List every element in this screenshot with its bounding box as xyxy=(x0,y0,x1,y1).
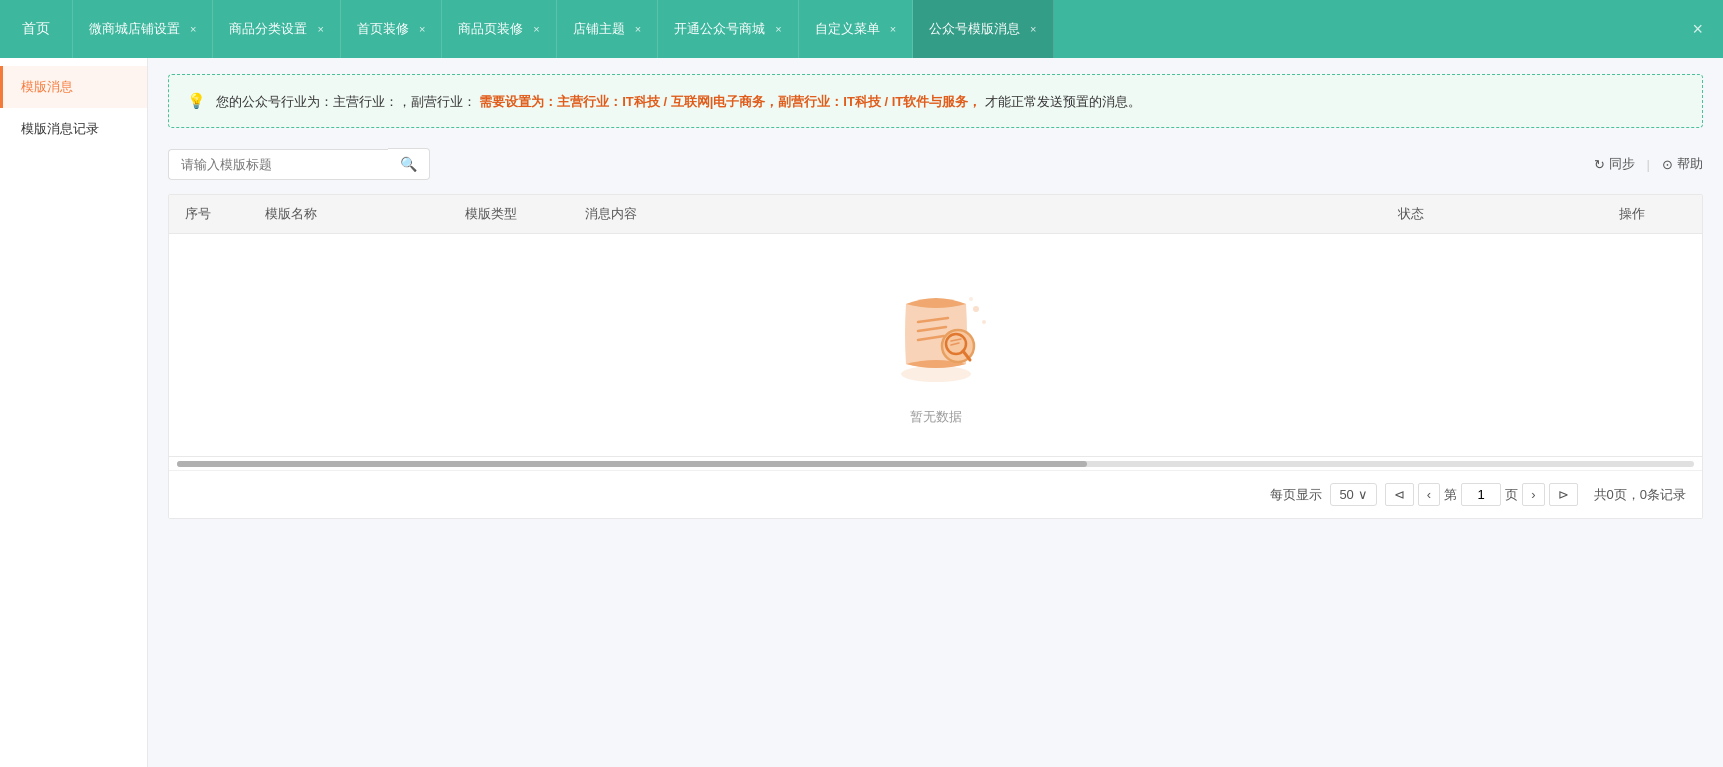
page-label-prefix: 第 xyxy=(1444,486,1457,504)
topbar-tab-4[interactable]: 商品页装修× xyxy=(442,0,556,58)
tab-close-icon-3[interactable]: × xyxy=(419,23,425,35)
page-label-suffix: 页 xyxy=(1505,486,1518,504)
alert-suffix: 才能正常发送预置的消息。 xyxy=(985,94,1141,109)
th-name: 模版名称 xyxy=(249,205,449,223)
alert-highlight: 需要设置为：主营行业：IT科技 / 互联网|电子商务，副营行业：IT科技 / I… xyxy=(479,94,981,109)
search-input[interactable] xyxy=(168,149,388,180)
sidebar: 模版消息模版消息记录 xyxy=(0,58,148,767)
topbar-tab-3[interactable]: 首页装修× xyxy=(341,0,442,58)
page-size-value: 50 xyxy=(1339,487,1353,502)
next-page-button[interactable]: › xyxy=(1522,483,1544,506)
topbar-tab-5[interactable]: 店铺主题× xyxy=(557,0,658,58)
pagination: 每页显示 50 ∨ ⊲ ‹ 第 页 › ⊳ 共0页，0条记录 xyxy=(169,470,1702,518)
topbar-tab-1[interactable]: 微商城店铺设置× xyxy=(73,0,213,58)
tab-close-icon-5[interactable]: × xyxy=(635,23,641,35)
topbar-tab-8[interactable]: 公众号模版消息× xyxy=(913,0,1053,58)
tab-close-icon-2[interactable]: × xyxy=(317,23,323,35)
page-size-label: 每页显示 xyxy=(1270,486,1322,504)
topbar-tab-0[interactable]: 首页 xyxy=(0,0,73,58)
tab-close-icon-6[interactable]: × xyxy=(775,23,781,35)
page-size-select[interactable]: 50 ∨ xyxy=(1330,483,1376,506)
prev-page-button[interactable]: ‹ xyxy=(1418,483,1440,506)
main-layout: 模版消息模版消息记录 💡 您的公众号行业为：主营行业：，副营行业： 需要设置为：… xyxy=(0,58,1723,767)
svg-point-11 xyxy=(969,297,973,301)
scrollbar-thumb xyxy=(177,461,1087,467)
th-status: 状态 xyxy=(1382,205,1562,223)
th-action: 操作 xyxy=(1562,205,1702,223)
main-content: 💡 您的公众号行业为：主营行业：，副营行业： 需要设置为：主营行业：IT科技 /… xyxy=(148,58,1723,767)
scrollbar-track xyxy=(177,461,1694,467)
empty-illustration xyxy=(876,274,996,394)
topbar: 首页微商城店铺设置×商品分类设置×首页装修×商品页装修×店铺主题×开通公众号商城… xyxy=(0,0,1723,58)
total-text: 共0页，0条记录 xyxy=(1594,486,1686,504)
svg-point-9 xyxy=(973,306,979,312)
empty-text: 暂无数据 xyxy=(910,408,962,426)
horizontal-scrollbar[interactable] xyxy=(169,456,1702,470)
topbar-tab-2[interactable]: 商品分类设置× xyxy=(213,0,340,58)
first-page-button[interactable]: ⊲ xyxy=(1385,483,1414,506)
search-left: 🔍 xyxy=(168,148,430,180)
th-seq: 序号 xyxy=(169,205,249,223)
tab-close-icon-8[interactable]: × xyxy=(1030,23,1036,35)
sidebar-item-1[interactable]: 模版消息记录 xyxy=(0,108,147,150)
help-icon: ⊙ xyxy=(1662,157,1673,172)
search-right: ↻ 同步 | ⊙ 帮助 xyxy=(1594,155,1703,173)
close-all-button[interactable]: × xyxy=(1672,19,1723,40)
topbar-tab-6[interactable]: 开通公众号商城× xyxy=(658,0,798,58)
lightbulb-icon: 💡 xyxy=(187,92,206,109)
th-content: 消息内容 xyxy=(569,205,1382,223)
last-page-button[interactable]: ⊳ xyxy=(1549,483,1578,506)
alert-prefix: 您的公众号行业为：主营行业：，副营行业： xyxy=(216,94,476,109)
th-type: 模版类型 xyxy=(449,205,569,223)
dropdown-icon: ∨ xyxy=(1358,487,1368,502)
topbar-tab-7[interactable]: 自定义菜单× xyxy=(799,0,913,58)
empty-state: 暂无数据 xyxy=(169,234,1702,456)
search-bar: 🔍 ↻ 同步 | ⊙ 帮助 xyxy=(168,148,1703,180)
page-nav: ⊲ ‹ 第 页 › ⊳ xyxy=(1385,483,1578,506)
tab-close-icon-7[interactable]: × xyxy=(890,23,896,35)
sync-button[interactable]: ↻ 同步 xyxy=(1594,155,1635,173)
refresh-icon: ↻ xyxy=(1594,157,1605,172)
tab-close-icon-1[interactable]: × xyxy=(190,23,196,35)
search-icon: 🔍 xyxy=(400,156,417,172)
sidebar-item-0[interactable]: 模版消息 xyxy=(0,66,147,108)
page-input[interactable] xyxy=(1461,483,1501,506)
data-table: 序号 模版名称 模版类型 消息内容 状态 操作 xyxy=(168,194,1703,519)
svg-point-10 xyxy=(982,320,986,324)
table-header: 序号 模版名称 模版类型 消息内容 状态 操作 xyxy=(169,195,1702,234)
divider: | xyxy=(1647,157,1650,172)
tab-close-icon-4[interactable]: × xyxy=(533,23,539,35)
help-button[interactable]: ⊙ 帮助 xyxy=(1662,155,1703,173)
svg-point-0 xyxy=(901,366,971,382)
search-button[interactable]: 🔍 xyxy=(388,148,430,180)
industry-alert: 💡 您的公众号行业为：主营行业：，副营行业： 需要设置为：主营行业：IT科技 /… xyxy=(168,74,1703,128)
